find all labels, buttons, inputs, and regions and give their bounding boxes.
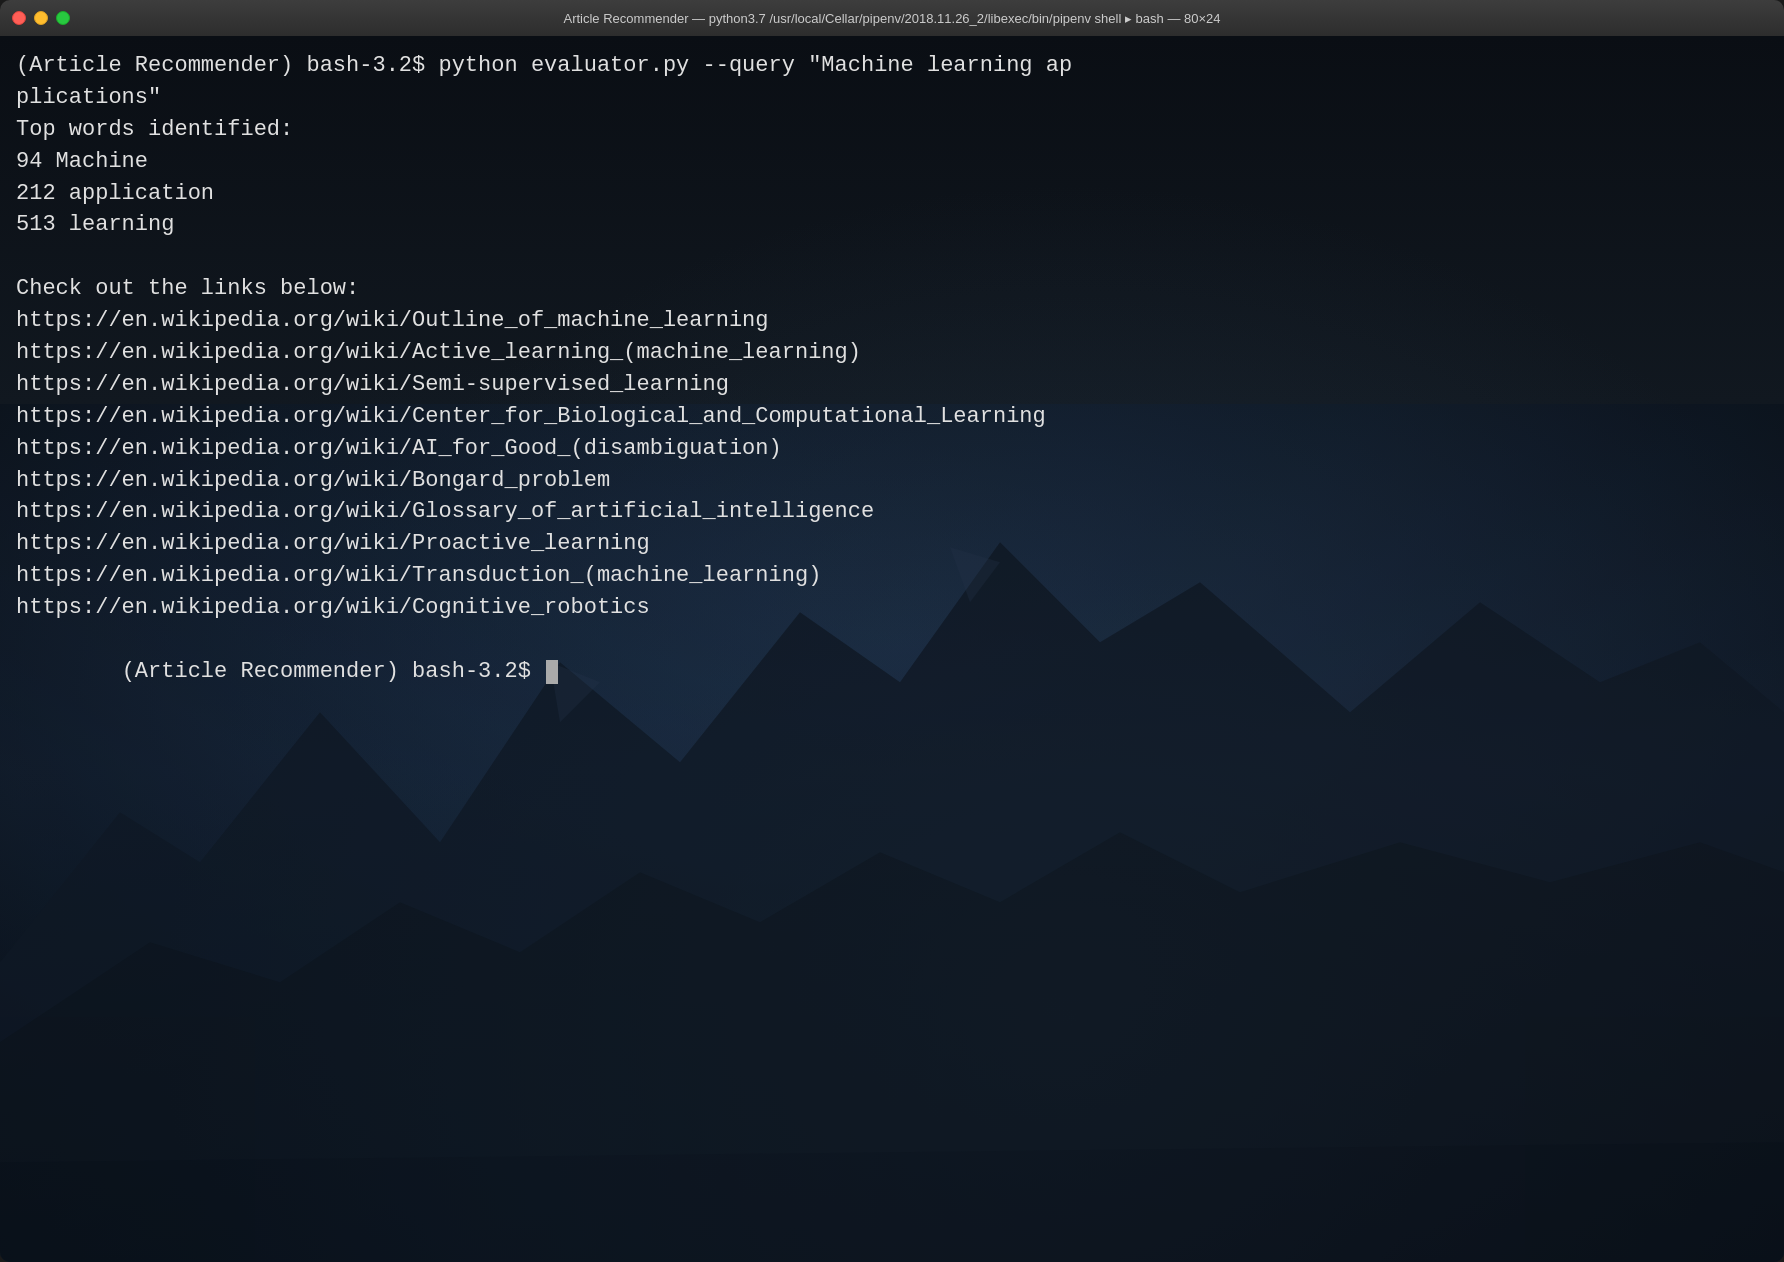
prompt-text: (Article Recommender) bash-3.2$	[122, 659, 544, 684]
minimize-button[interactable]	[34, 11, 48, 25]
cursor-block	[546, 660, 558, 684]
url-10: https://en.wikipedia.org/wiki/Cognitive_…	[16, 592, 1768, 624]
url-8: https://en.wikipedia.org/wiki/Proactive_…	[16, 528, 1768, 560]
url-5: https://en.wikipedia.org/wiki/AI_for_Goo…	[16, 433, 1768, 465]
title-bar: Article Recommender — python3.7 /usr/loc…	[0, 0, 1784, 36]
url-4: https://en.wikipedia.org/wiki/Center_for…	[16, 401, 1768, 433]
traffic-lights	[12, 11, 70, 25]
empty-line-1	[16, 241, 1768, 273]
close-button[interactable]	[12, 11, 26, 25]
url-7: https://en.wikipedia.org/wiki/Glossary_o…	[16, 496, 1768, 528]
terminal-body[interactable]: (Article Recommender) bash-3.2$ python e…	[0, 36, 1784, 1262]
url-2: https://en.wikipedia.org/wiki/Active_lea…	[16, 337, 1768, 369]
terminal-content[interactable]: (Article Recommender) bash-3.2$ python e…	[0, 36, 1784, 1262]
output-word-2: 212 application	[16, 178, 1768, 210]
final-prompt: (Article Recommender) bash-3.2$	[16, 624, 1768, 720]
url-3: https://en.wikipedia.org/wiki/Semi-super…	[16, 369, 1768, 401]
output-links-header: Check out the links below:	[16, 273, 1768, 305]
url-1: https://en.wikipedia.org/wiki/Outline_of…	[16, 305, 1768, 337]
command-line-1: (Article Recommender) bash-3.2$ python e…	[16, 50, 1768, 82]
maximize-button[interactable]	[56, 11, 70, 25]
window-title: Article Recommender — python3.7 /usr/loc…	[563, 11, 1220, 26]
output-top-words-header: Top words identified:	[16, 114, 1768, 146]
command-line-2: plications"	[16, 82, 1768, 114]
output-word-1: 94 Machine	[16, 146, 1768, 178]
terminal-window: Article Recommender — python3.7 /usr/loc…	[0, 0, 1784, 1262]
output-word-3: 513 learning	[16, 209, 1768, 241]
url-9: https://en.wikipedia.org/wiki/Transducti…	[16, 560, 1768, 592]
url-6: https://en.wikipedia.org/wiki/Bongard_pr…	[16, 465, 1768, 497]
